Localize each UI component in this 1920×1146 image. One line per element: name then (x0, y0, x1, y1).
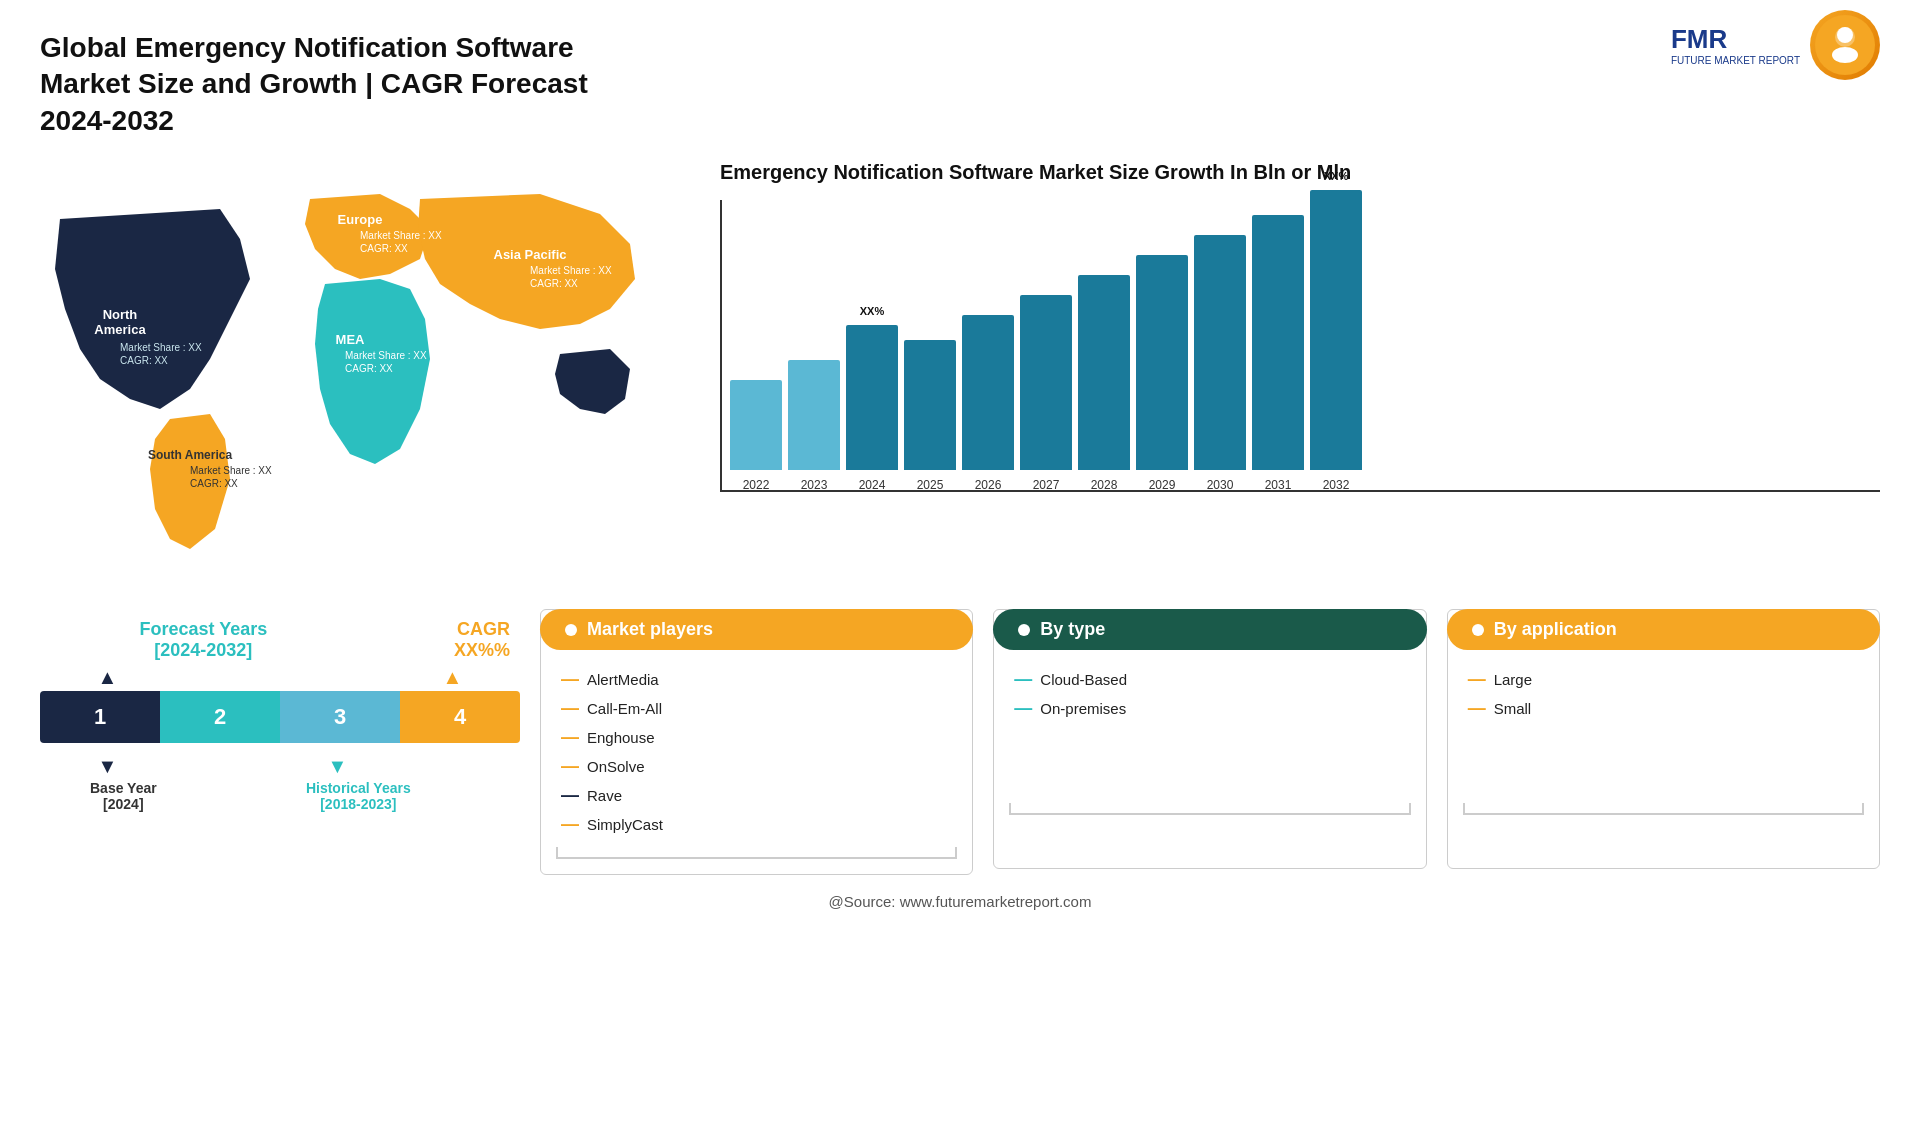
svg-text:Market Share : XX: Market Share : XX (360, 230, 442, 241)
list-item: — SimplyCast (561, 810, 952, 839)
north-america-label: North (103, 307, 138, 322)
seg3-num: 3 (334, 704, 346, 730)
base-year-label: Base Year (45, 780, 202, 796)
world-map-container: North America Market Share : XX CAGR: XX… (40, 159, 660, 579)
page-title: Global Emergency Notification Software M… (40, 30, 660, 139)
market-players-header: Market players (540, 609, 973, 650)
bar-chart: 2022 2023 XX% 2024 2025 (730, 200, 1362, 520)
svg-text:CAGR: XX: CAGR: XX (120, 355, 168, 366)
list-item: — AlertMedia (561, 665, 952, 694)
bar-2028 (1078, 275, 1130, 470)
forecast-years-range: [2024-2032] (50, 640, 357, 661)
by-application-dot (1472, 624, 1484, 636)
seg1-num: 1 (94, 704, 106, 730)
forecast-years-label: Forecast Years (50, 619, 357, 640)
svg-text:CAGR: XX: CAGR: XX (190, 478, 238, 489)
list-item: — Rave (561, 781, 952, 810)
svg-text:America: America (94, 322, 146, 337)
asia-pacific-label: Asia Pacific (494, 247, 567, 262)
logo-subtext: FUTURE MARKET REPORT (1671, 55, 1800, 66)
hist-years-label: Historical Years (202, 780, 515, 796)
hist-years-value: [2018-2023] (202, 796, 515, 812)
list-item: — Large (1468, 665, 1859, 694)
bar-2025 (904, 340, 956, 470)
bar-2031 (1252, 215, 1304, 470)
svg-text:Market Share : XX: Market Share : XX (190, 465, 272, 476)
by-application-list: — Large — Small (1448, 665, 1879, 723)
by-application-box: By application — Large — Small (1447, 609, 1880, 869)
by-type-list: — Cloud-Based — On-premises (994, 665, 1425, 723)
list-item: — OnSolve (561, 752, 952, 781)
svg-text:Market Share : XX: Market Share : XX (345, 350, 427, 361)
list-item: — Cloud-Based (1014, 665, 1405, 694)
chart-title: Emergency Notification Software Market S… (720, 159, 1880, 185)
seg2-num: 2 (214, 704, 226, 730)
australia-region (555, 349, 630, 414)
list-item: — On-premises (1014, 694, 1405, 723)
south-america-label: South America (148, 448, 233, 462)
source-text: @Source: www.futuremarketreport.com (40, 893, 1880, 910)
market-players-dot (565, 624, 577, 636)
bracket-bottom-type (1009, 803, 1410, 815)
europe-label: Europe (338, 212, 383, 227)
cagr-label: CAGR (357, 619, 510, 640)
mea-label: MEA (336, 332, 366, 347)
svg-text:Market Share : XX: Market Share : XX (120, 342, 202, 353)
bar-2029 (1136, 255, 1188, 470)
bar-2026 (962, 315, 1014, 470)
svg-point-4 (1832, 47, 1858, 63)
logo-area: FMR FUTURE MARKET REPORT (1671, 10, 1880, 80)
cagr-value: XX%% (357, 640, 510, 661)
list-item: — Call-Em-All (561, 694, 952, 723)
list-item: — Small (1468, 694, 1859, 723)
timeline-container: Forecast Years [2024-2032] CAGR XX%% ▲ ▲… (40, 609, 520, 822)
logo-circle (1810, 10, 1880, 80)
svg-point-3 (1837, 27, 1853, 43)
svg-text:CAGR: XX: CAGR: XX (345, 363, 393, 374)
chart-container: Emergency Notification Software Market S… (700, 159, 1880, 579)
logo-text: FMR (1671, 24, 1800, 55)
svg-text:CAGR: XX: CAGR: XX (530, 278, 578, 289)
by-application-header: By application (1447, 609, 1880, 650)
seg4-num: 4 (454, 704, 466, 730)
by-type-dot (1018, 624, 1030, 636)
north-america-region (55, 209, 250, 409)
market-players-box: Market players — AlertMedia — Call-Em-Al… (540, 609, 973, 875)
timeline-bar: 1 2 3 4 (40, 691, 520, 743)
by-type-header: By type (993, 609, 1426, 650)
top-section: North America Market Share : XX CAGR: XX… (40, 159, 1880, 579)
base-year-value: [2024] (45, 796, 202, 812)
bar-2024 (846, 325, 898, 470)
bracket-bottom (556, 847, 957, 859)
bar-2032 (1310, 190, 1362, 470)
world-map-svg: North America Market Share : XX CAGR: XX… (40, 159, 660, 579)
svg-text:CAGR: XX: CAGR: XX (360, 243, 408, 254)
list-item: — Enghouse (561, 723, 952, 752)
bracket-bottom-app (1463, 803, 1864, 815)
bar-2022 (730, 380, 782, 470)
svg-text:Market Share : XX: Market Share : XX (530, 265, 612, 276)
bar-2030 (1194, 235, 1246, 470)
bar-2027 (1020, 295, 1072, 470)
market-players-list: — AlertMedia — Call-Em-All — Enghouse — … (541, 665, 972, 839)
bottom-section: Forecast Years [2024-2032] CAGR XX%% ▲ ▲… (40, 609, 1880, 875)
bar-2023 (788, 360, 840, 470)
by-type-box: By type — Cloud-Based — On-premises (993, 609, 1426, 869)
